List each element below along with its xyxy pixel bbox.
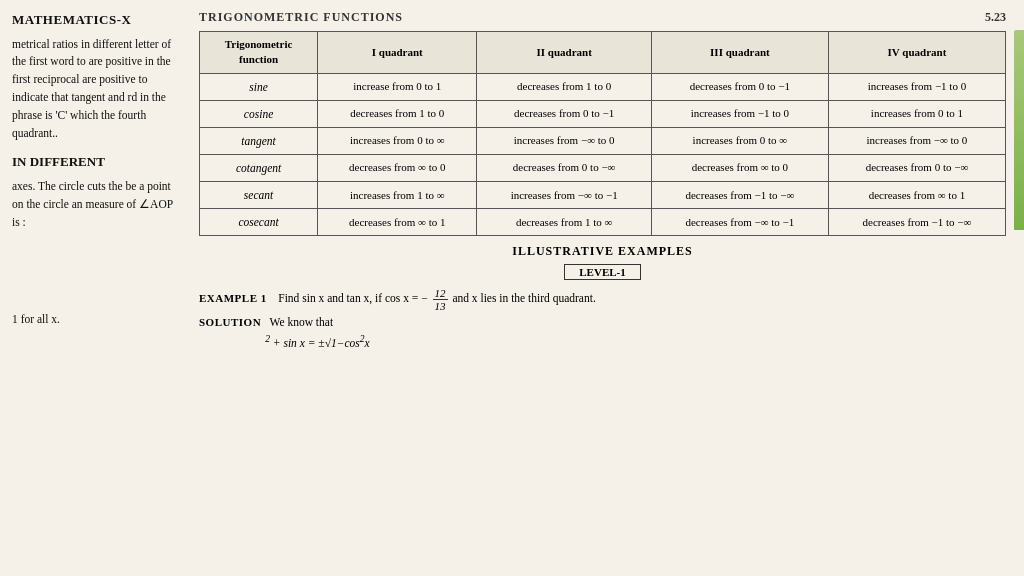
q3-cell: increases from 0 to ∞	[651, 127, 828, 154]
fraction-numerator: 12	[433, 287, 448, 300]
func-name-cell: cosine	[200, 100, 318, 127]
q4-cell: increases from −∞ to 0	[828, 127, 1005, 154]
solution-line: SOLUTION We know that	[199, 313, 1006, 332]
q4-cell: decreases from −1 to −∞	[828, 209, 1005, 236]
solution-label: SOLUTION	[199, 316, 261, 328]
q3-cell: decreases from ∞ to 0	[651, 155, 828, 182]
func-name-cell: secant	[200, 182, 318, 209]
q3-cell: decreases from −1 to −∞	[651, 182, 828, 209]
illustrative-title: ILLUSTRATIVE EXAMPLES	[199, 244, 1006, 259]
q3-cell: decreases from −∞ to −1	[651, 209, 828, 236]
q2-cell: decreases from 0 to −∞	[477, 155, 651, 182]
table-row: secant increases from 1 to ∞ increases f…	[200, 182, 1006, 209]
q1-cell: decreases from ∞ to 1	[318, 209, 477, 236]
section-heading: TRIGONOMETRIC FUNCTIONS	[199, 10, 403, 25]
q4-cell: decreases from ∞ to 1	[828, 182, 1005, 209]
table-row: tangent increases from 0 to ∞ increases …	[200, 127, 1006, 154]
fraction-denominator: 13	[433, 300, 448, 312]
func-name-cell: cotangent	[200, 155, 318, 182]
q3-cell: increases from −1 to 0	[651, 100, 828, 127]
example-fraction: 12 13	[431, 293, 453, 305]
func-name-cell: sine	[200, 73, 318, 100]
pencil-decoration	[1014, 30, 1024, 230]
q2-cell: decreases from 0 to −1	[477, 100, 651, 127]
col-header-q1: I quadrant	[318, 32, 477, 74]
example-line-1: EXAMPLE 1 Find sin x and tan x, if cos x…	[199, 287, 1006, 312]
illustrative-section: ILLUSTRATIVE EXAMPLES LEVEL-1 EXAMPLE 1 …	[199, 244, 1006, 352]
example-label: EXAMPLE 1	[199, 293, 267, 305]
page-header: TRIGONOMETRIC FUNCTIONS 5.23	[199, 10, 1006, 25]
q2-cell: decreases from 1 to 0	[477, 73, 651, 100]
col-header-q4: IV quadrant	[828, 32, 1005, 74]
col-header-func: Trigonometricfunction	[200, 32, 318, 74]
q1-cell: increases from 1 to ∞	[318, 182, 477, 209]
q4-cell: increases from −1 to 0	[828, 73, 1005, 100]
q2-cell: increases from −∞ to 0	[477, 127, 651, 154]
example-continue: and x lies in the third quadrant.	[452, 293, 595, 305]
left-body-text-1: metrical ratios in different letter of t…	[12, 36, 173, 143]
left-section-title: IN DIFFERENT	[12, 152, 173, 172]
col-header-q3: III quadrant	[651, 32, 828, 74]
func-name-cell: tangent	[200, 127, 318, 154]
q1-cell: increase from 0 to 1	[318, 73, 477, 100]
q1-cell: increases from 0 to ∞	[318, 127, 477, 154]
trig-table: Trigonometricfunction I quadrant II quad…	[199, 31, 1006, 236]
solution-formula: 2 + sin x = ±√1−cos2x	[199, 337, 370, 349]
q4-cell: increases from 0 to 1	[828, 100, 1005, 127]
table-row: cotangent decreases from ∞ to 0 decrease…	[200, 155, 1006, 182]
col-header-q2: II quadrant	[477, 32, 651, 74]
left-body-text-3: 1 for all x.	[12, 311, 173, 329]
q4-cell: decreases from 0 to −∞	[828, 155, 1005, 182]
example-text: Find sin x and tan x, if cos x = −	[278, 293, 427, 305]
left-panel: MATHEMATICS-X metrical ratios in differe…	[0, 0, 185, 576]
func-name-cell: cosecant	[200, 209, 318, 236]
table-row: cosine decreases from 1 to 0 decreases f…	[200, 100, 1006, 127]
solution-formula-line: 2 + sin x = ±√1−cos2x	[199, 331, 1006, 352]
q1-cell: decreases from 1 to 0	[318, 100, 477, 127]
left-body-text-2: axes. The circle cuts the be a point on …	[12, 178, 173, 231]
q2-cell: decreases from 1 to ∞	[477, 209, 651, 236]
table-row: cosecant decreases from ∞ to 1 decreases…	[200, 209, 1006, 236]
q2-cell: increases from −∞ to −1	[477, 182, 651, 209]
solution-text: We know that	[270, 316, 334, 328]
page-number: 5.23	[985, 10, 1006, 25]
level-badge: LEVEL-1	[564, 264, 640, 280]
right-panel: TRIGONOMETRIC FUNCTIONS 5.23 Trigonometr…	[185, 0, 1024, 576]
table-row: sine increase from 0 to 1 decreases from…	[200, 73, 1006, 100]
q1-cell: decreases from ∞ to 0	[318, 155, 477, 182]
q3-cell: decreases from 0 to −1	[651, 73, 828, 100]
chapter-title: MATHEMATICS-X	[12, 10, 173, 30]
